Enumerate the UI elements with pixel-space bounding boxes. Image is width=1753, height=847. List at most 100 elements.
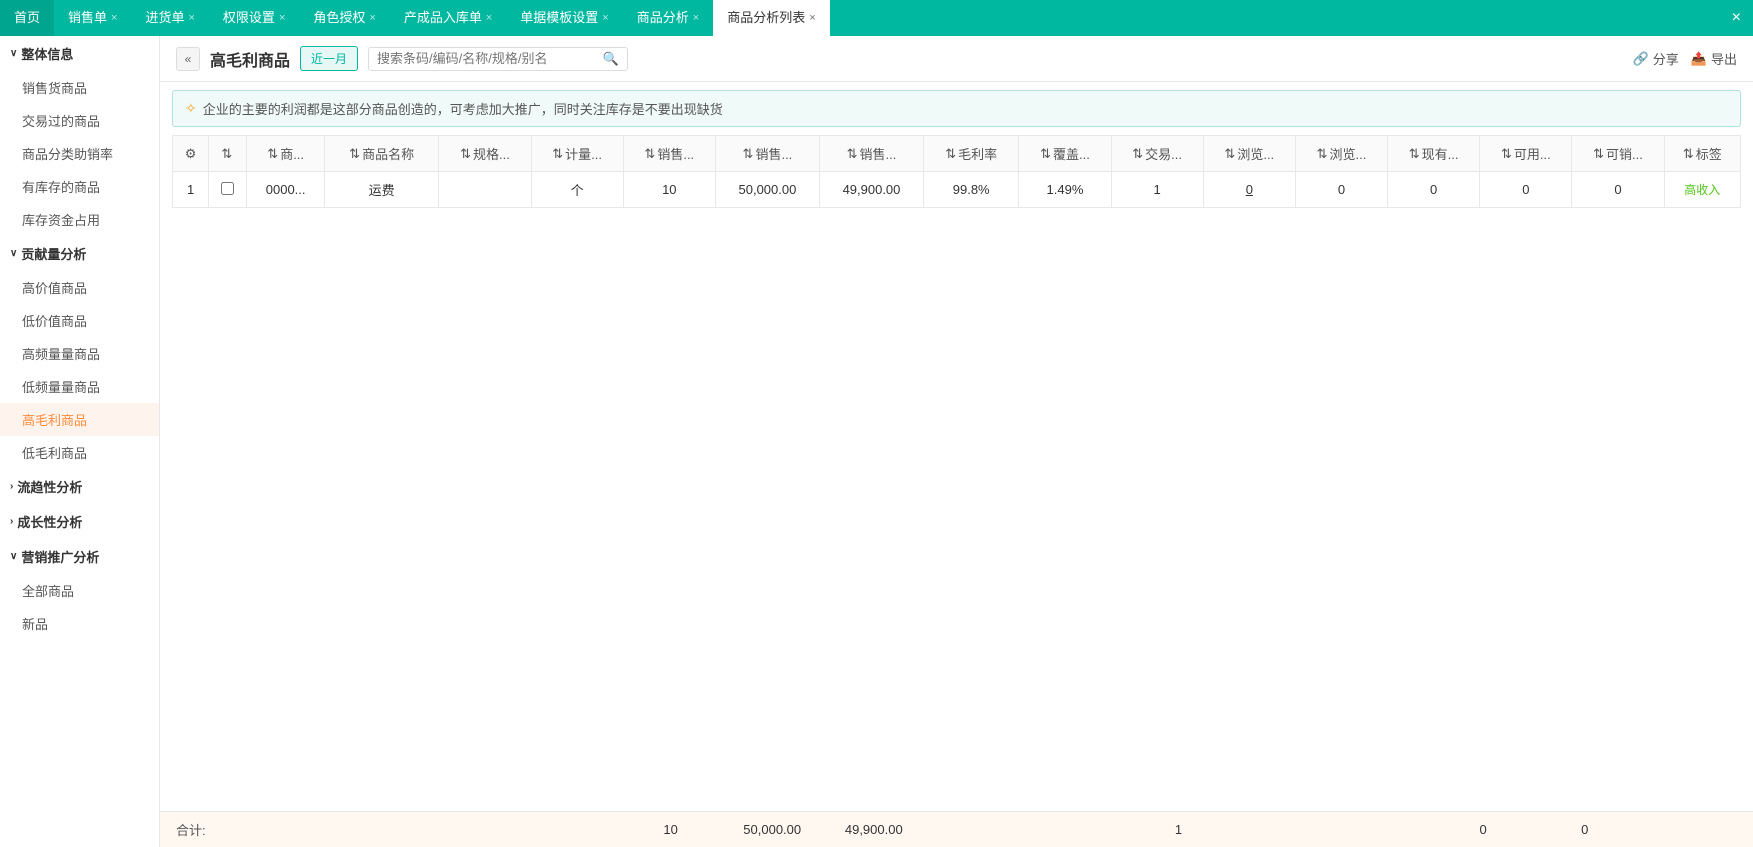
col-sort-saleable[interactable]: ⇅: [1593, 146, 1604, 162]
sidebar-item-high-value[interactable]: 高价值商品: [0, 271, 159, 304]
row-tag[interactable]: 高收入: [1664, 172, 1740, 208]
tab-analysis-list[interactable]: 商品分析列表×: [713, 0, 829, 36]
col-label-unit: 计量...: [565, 144, 602, 163]
footer-trade: 1: [1128, 822, 1230, 837]
tab-close-purchase[interactable]: ×: [188, 0, 194, 36]
header-actions: 🔗 分享 📤 导出: [1633, 49, 1737, 68]
tab-analysis[interactable]: 商品分析×: [623, 0, 713, 36]
tab-close-sales[interactable]: ×: [111, 0, 117, 36]
tab-close-roles[interactable]: ×: [369, 0, 375, 36]
row-browse1[interactable]: 0: [1203, 172, 1295, 208]
tab-close-products[interactable]: ×: [486, 0, 492, 36]
tab-templates[interactable]: 单据模板设置×: [506, 0, 622, 36]
footer-spacer3: [417, 822, 519, 837]
close-all-button[interactable]: ×: [1720, 9, 1753, 27]
sidebar-item-low-margin[interactable]: 低毛利商品: [0, 436, 159, 469]
sidebar-collapse-button[interactable]: «: [176, 47, 200, 71]
row-browse1-value[interactable]: 0: [1246, 182, 1253, 197]
col-settings[interactable]: ⚙: [173, 136, 209, 172]
tab-roles[interactable]: 角色授权×: [299, 0, 389, 36]
col-sales-amt: ⇅销售...: [715, 136, 819, 172]
col-label-trade: 交易...: [1145, 144, 1182, 163]
main-layout: ∨整体信息销售货商品交易过的商品商品分类助销率有库存的商品库存资金占用∨贡献量分…: [0, 36, 1753, 847]
footer-label: 合计:: [176, 820, 206, 839]
sidebar-item-inventory-capital[interactable]: 库存资金占用: [0, 203, 159, 236]
col-sort-sales-profit[interactable]: ⇅: [847, 146, 858, 162]
col-sort-available1[interactable]: ⇅: [1409, 146, 1420, 162]
row-cover: 1.49%: [1019, 172, 1111, 208]
settings-icon[interactable]: ⚙: [185, 146, 197, 161]
sidebar-item-new-goods[interactable]: 新品: [0, 607, 159, 640]
tab-label-sales: 销售单: [68, 0, 107, 36]
row-checkbox[interactable]: [209, 172, 247, 208]
col-sort-tag[interactable]: ⇅: [1683, 146, 1694, 162]
col-sort-check[interactable]: ⇅: [221, 146, 232, 162]
tab-close-permissions[interactable]: ×: [279, 0, 285, 36]
tab-sales[interactable]: 销售单×: [54, 0, 131, 36]
export-button[interactable]: 📤 导出: [1691, 49, 1737, 68]
tab-label-templates: 单据模板设置: [520, 0, 598, 36]
col-sort-name[interactable]: ⇅: [349, 146, 360, 162]
col-label-spec: 规格...: [473, 144, 510, 163]
col-trade: ⇅交易...: [1111, 136, 1203, 172]
col-spec: ⇅规格...: [439, 136, 531, 172]
col-sort-code[interactable]: ⇅: [267, 146, 278, 162]
tab-close-analysis-list[interactable]: ×: [809, 0, 815, 36]
sidebar-group-growth[interactable]: ›成长性分析: [0, 504, 159, 539]
row-sales-amt: 50,000.00: [715, 172, 819, 208]
tab-home[interactable]: 首页: [0, 0, 54, 36]
sidebar-item-low-value[interactable]: 低价值商品: [0, 304, 159, 337]
tab-permissions[interactable]: 权限设置×: [209, 0, 299, 36]
col-label-saleable: 可销...: [1606, 144, 1643, 163]
tab-close-analysis[interactable]: ×: [693, 0, 699, 36]
tab-close-templates[interactable]: ×: [602, 0, 608, 36]
search-icon[interactable]: 🔍: [603, 51, 619, 67]
sidebar-item-all-goods[interactable]: 全部商品: [0, 574, 159, 607]
tab-products[interactable]: 产成品入库单×: [390, 0, 506, 36]
col-label-code: 商...: [280, 144, 304, 163]
col-sort-browse1[interactable]: ⇅: [1224, 146, 1235, 162]
info-icon: ✧: [185, 100, 197, 117]
footer-spacer6: [1026, 822, 1128, 837]
table-wrapper[interactable]: ⚙⇅⇅商...⇅商品名称⇅规格...⇅计量...⇅销售...⇅销售...⇅销售.…: [160, 135, 1753, 811]
col-sort-cover[interactable]: ⇅: [1040, 146, 1051, 162]
row-spec: [439, 172, 531, 208]
col-sort-margin-rate[interactable]: ⇅: [945, 146, 956, 162]
sidebar-item-high-margin[interactable]: 高毛利商品: [0, 403, 159, 436]
sidebar-group-label-flow: 流趋性分析: [17, 477, 82, 496]
sidebar-item-low-freq[interactable]: 低频量量商品: [0, 370, 159, 403]
sidebar-item-traded-goods[interactable]: 交易过的商品: [0, 104, 159, 137]
sidebar-item-high-freq[interactable]: 高频量量商品: [0, 337, 159, 370]
col-sort-sales-qty[interactable]: ⇅: [644, 146, 655, 162]
col-available1: ⇅现有...: [1388, 136, 1480, 172]
share-button[interactable]: 🔗 分享: [1633, 49, 1679, 68]
tab-purchase[interactable]: 进货单×: [131, 0, 208, 36]
footer-sales-qty: 10: [620, 822, 722, 837]
filter-month-button[interactable]: 近一月: [300, 46, 358, 71]
sidebar-group-finance[interactable]: ∨贡献量分析: [0, 236, 159, 271]
col-sort-trade[interactable]: ⇅: [1132, 146, 1143, 162]
col-sort-browse2[interactable]: ⇅: [1317, 146, 1328, 162]
col-saleable: ⇅可销...: [1572, 136, 1664, 172]
col-name: ⇅商品名称: [324, 136, 438, 172]
col-sort-available2[interactable]: ⇅: [1501, 146, 1512, 162]
row-available2: 0: [1480, 172, 1572, 208]
sidebar-group-marketing[interactable]: ∨营销推广分析: [0, 539, 159, 574]
search-input[interactable]: [377, 51, 599, 66]
sidebar: ∨整体信息销售货商品交易过的商品商品分类助销率有库存的商品库存资金占用∨贡献量分…: [0, 36, 160, 847]
sidebar-item-category-assist[interactable]: 商品分类助销率: [0, 137, 159, 170]
footer-spacer1: [214, 822, 316, 837]
col-sort-spec[interactable]: ⇅: [460, 146, 471, 162]
row-margin-rate: 99.8%: [924, 172, 1019, 208]
sidebar-item-inventory-goods[interactable]: 有库存的商品: [0, 170, 159, 203]
col-sort-sales-amt[interactable]: ⇅: [743, 146, 754, 162]
row-check-input[interactable]: [221, 182, 234, 195]
sidebar-group-flow[interactable]: ›流趋性分析: [0, 469, 159, 504]
row-trade: 1: [1111, 172, 1203, 208]
footer-spacer7: [1229, 822, 1331, 837]
sidebar-item-sales-goods[interactable]: 销售货商品: [0, 71, 159, 104]
col-sort-unit[interactable]: ⇅: [552, 146, 563, 162]
sidebar-group-overall[interactable]: ∨整体信息: [0, 36, 159, 71]
table-row: 10000...运费个1050,000.0049,900.0099.8%1.49…: [173, 172, 1741, 208]
sidebar-group-label-growth: 成长性分析: [17, 512, 82, 531]
